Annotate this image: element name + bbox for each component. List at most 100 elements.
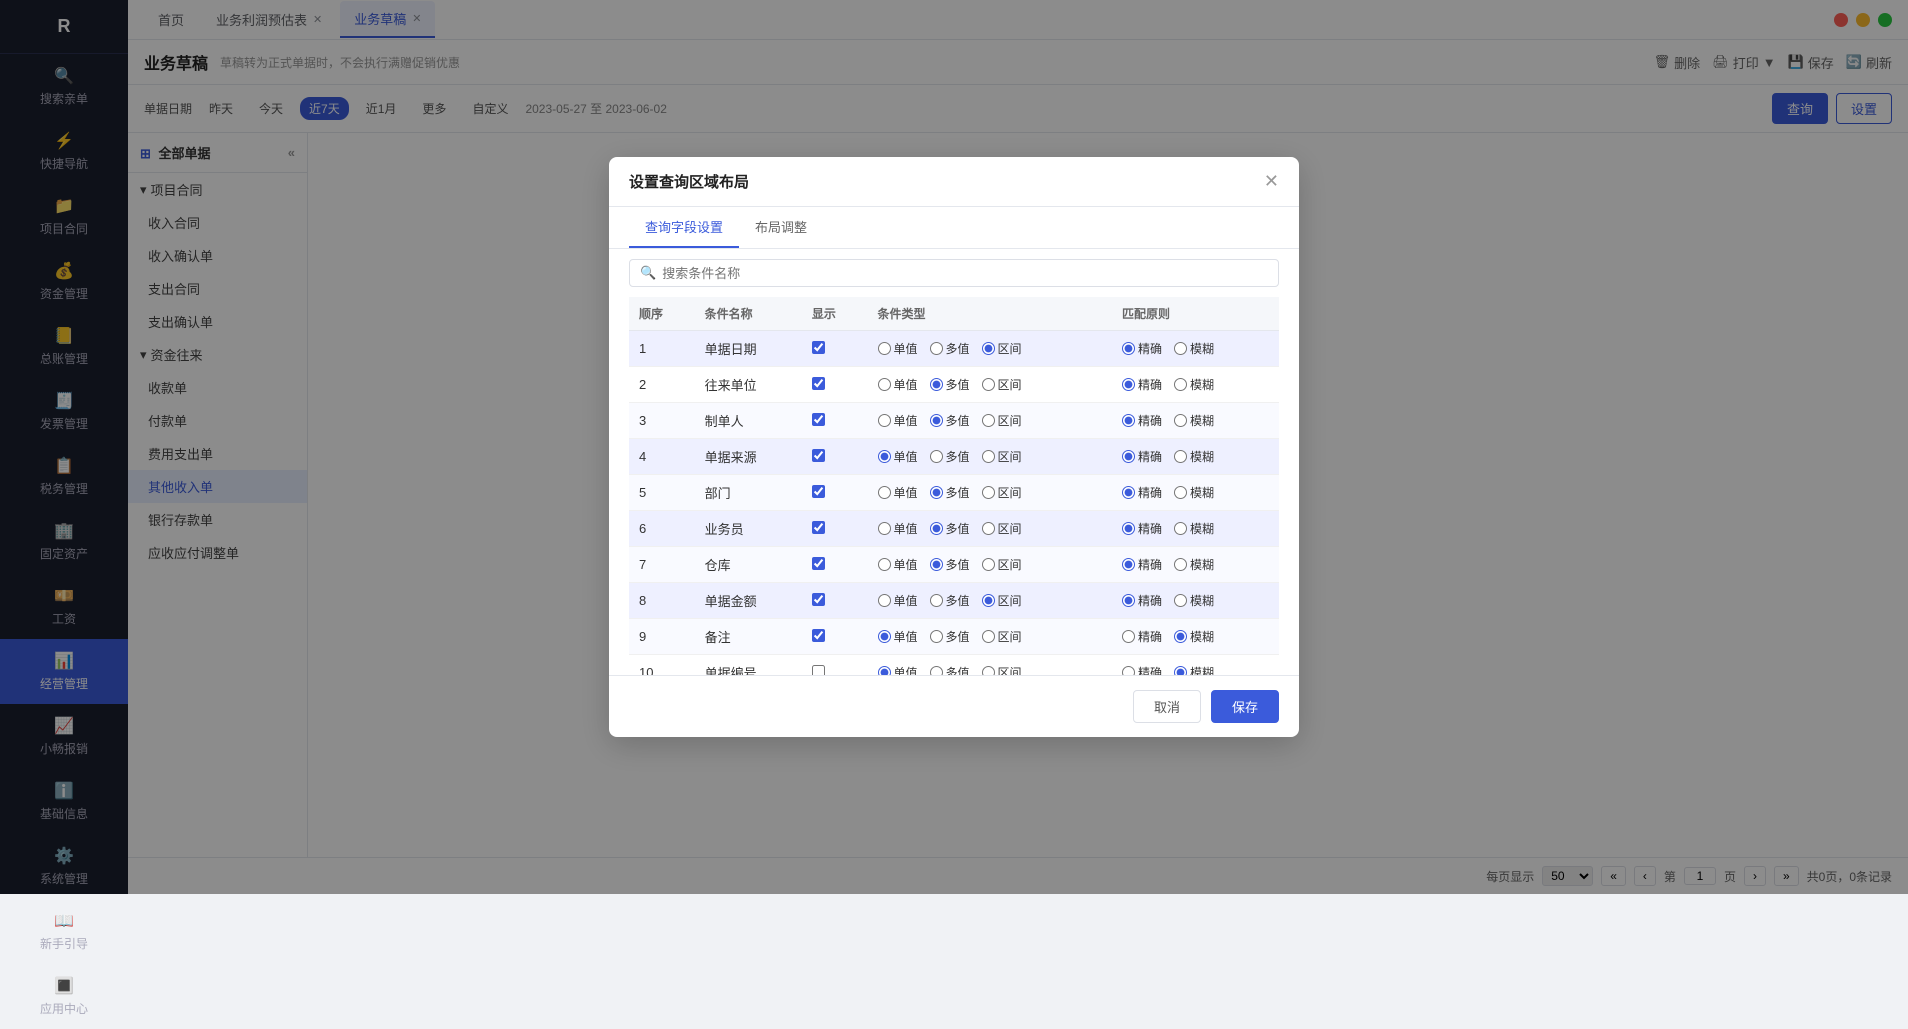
match-radio-item[interactable]: 模糊 bbox=[1174, 628, 1214, 645]
type-radio[interactable] bbox=[878, 342, 891, 355]
type-radio[interactable] bbox=[878, 522, 891, 535]
type-radio[interactable] bbox=[878, 486, 891, 499]
show-checkbox[interactable] bbox=[812, 593, 825, 606]
match-radio-item[interactable]: 精确 bbox=[1122, 520, 1162, 537]
type-radio[interactable] bbox=[878, 666, 891, 675]
match-radio-item[interactable]: 精确 bbox=[1122, 628, 1162, 645]
show-checkbox[interactable] bbox=[812, 521, 825, 534]
type-radio-item[interactable]: 单值 bbox=[878, 484, 918, 501]
match-radio-item[interactable]: 精确 bbox=[1122, 412, 1162, 429]
match-radio[interactable] bbox=[1174, 342, 1187, 355]
type-radio[interactable] bbox=[982, 378, 995, 391]
match-radio-item[interactable]: 模糊 bbox=[1174, 412, 1214, 429]
type-radio-item[interactable]: 多值 bbox=[930, 448, 970, 465]
match-radio-item[interactable]: 模糊 bbox=[1174, 484, 1214, 501]
match-radio-item[interactable]: 精确 bbox=[1122, 484, 1162, 501]
match-radio-item[interactable]: 精确 bbox=[1122, 592, 1162, 609]
match-radio[interactable] bbox=[1122, 522, 1135, 535]
match-radio-item[interactable]: 精确 bbox=[1122, 448, 1162, 465]
match-radio-item[interactable]: 模糊 bbox=[1174, 448, 1214, 465]
match-radio[interactable] bbox=[1174, 558, 1187, 571]
type-radio-item[interactable]: 多值 bbox=[930, 556, 970, 573]
match-radio[interactable] bbox=[1174, 378, 1187, 391]
match-radio-item[interactable]: 模糊 bbox=[1174, 556, 1214, 573]
show-checkbox[interactable] bbox=[812, 341, 825, 354]
match-radio[interactable] bbox=[1174, 594, 1187, 607]
type-radio[interactable] bbox=[982, 522, 995, 535]
show-checkbox[interactable] bbox=[812, 377, 825, 390]
type-radio-item[interactable]: 单值 bbox=[878, 520, 918, 537]
type-radio-item[interactable]: 区间 bbox=[982, 520, 1022, 537]
type-radio[interactable] bbox=[982, 486, 995, 499]
type-radio-item[interactable]: 单值 bbox=[878, 592, 918, 609]
sidebar-item-apps[interactable]: 🔳 应用中心 bbox=[0, 964, 128, 1029]
type-radio[interactable] bbox=[878, 630, 891, 643]
type-radio[interactable] bbox=[930, 630, 943, 643]
match-radio[interactable] bbox=[1122, 450, 1135, 463]
type-radio[interactable] bbox=[930, 522, 943, 535]
type-radio-item[interactable]: 单值 bbox=[878, 412, 918, 429]
type-radio-item[interactable]: 多值 bbox=[930, 376, 970, 393]
match-radio[interactable] bbox=[1122, 378, 1135, 391]
show-checkbox[interactable] bbox=[812, 485, 825, 498]
modal-cancel-btn[interactable]: 取消 bbox=[1133, 690, 1201, 723]
type-radio[interactable] bbox=[878, 558, 891, 571]
type-radio-item[interactable]: 多值 bbox=[930, 628, 970, 645]
show-checkbox[interactable] bbox=[812, 665, 825, 676]
match-radio[interactable] bbox=[1174, 450, 1187, 463]
type-radio[interactable] bbox=[930, 378, 943, 391]
match-radio-item[interactable]: 模糊 bbox=[1174, 592, 1214, 609]
show-checkbox[interactable] bbox=[812, 413, 825, 426]
type-radio[interactable] bbox=[982, 630, 995, 643]
type-radio[interactable] bbox=[930, 558, 943, 571]
match-radio[interactable] bbox=[1174, 666, 1187, 675]
type-radio-item[interactable]: 区间 bbox=[982, 484, 1022, 501]
match-radio-item[interactable]: 精确 bbox=[1122, 340, 1162, 357]
modal-tab-layout[interactable]: 布局调整 bbox=[739, 207, 823, 248]
type-radio[interactable] bbox=[982, 666, 995, 675]
match-radio[interactable] bbox=[1174, 486, 1187, 499]
match-radio[interactable] bbox=[1122, 666, 1135, 675]
match-radio-item[interactable]: 模糊 bbox=[1174, 376, 1214, 393]
type-radio-item[interactable]: 多值 bbox=[930, 412, 970, 429]
type-radio-item[interactable]: 单值 bbox=[878, 376, 918, 393]
type-radio-item[interactable]: 多值 bbox=[930, 592, 970, 609]
match-radio[interactable] bbox=[1122, 558, 1135, 571]
type-radio-item[interactable]: 区间 bbox=[982, 340, 1022, 357]
modal-close-btn[interactable]: ✕ bbox=[1264, 171, 1279, 192]
type-radio-item[interactable]: 多值 bbox=[930, 484, 970, 501]
type-radio-item[interactable]: 多值 bbox=[930, 340, 970, 357]
match-radio[interactable] bbox=[1174, 522, 1187, 535]
sidebar-item-guide[interactable]: 📖 新手引导 bbox=[0, 899, 128, 964]
type-radio[interactable] bbox=[930, 666, 943, 675]
match-radio[interactable] bbox=[1122, 594, 1135, 607]
type-radio[interactable] bbox=[982, 594, 995, 607]
type-radio-item[interactable]: 区间 bbox=[982, 412, 1022, 429]
modal-search-input[interactable] bbox=[662, 266, 1268, 281]
type-radio-item[interactable]: 区间 bbox=[982, 664, 1022, 675]
type-radio-item[interactable]: 区间 bbox=[982, 376, 1022, 393]
type-radio[interactable] bbox=[878, 414, 891, 427]
type-radio-item[interactable]: 单值 bbox=[878, 448, 918, 465]
match-radio[interactable] bbox=[1122, 630, 1135, 643]
type-radio[interactable] bbox=[930, 414, 943, 427]
type-radio[interactable] bbox=[930, 486, 943, 499]
show-checkbox[interactable] bbox=[812, 449, 825, 462]
type-radio[interactable] bbox=[878, 450, 891, 463]
match-radio-item[interactable]: 模糊 bbox=[1174, 340, 1214, 357]
match-radio[interactable] bbox=[1122, 486, 1135, 499]
type-radio[interactable] bbox=[878, 594, 891, 607]
type-radio-item[interactable]: 区间 bbox=[982, 628, 1022, 645]
show-checkbox[interactable] bbox=[812, 629, 825, 642]
type-radio-item[interactable]: 单值 bbox=[878, 628, 918, 645]
match-radio-item[interactable]: 精确 bbox=[1122, 376, 1162, 393]
type-radio[interactable] bbox=[930, 450, 943, 463]
type-radio[interactable] bbox=[878, 378, 891, 391]
type-radio-item[interactable]: 多值 bbox=[930, 664, 970, 675]
type-radio[interactable] bbox=[930, 594, 943, 607]
type-radio-item[interactable]: 区间 bbox=[982, 448, 1022, 465]
type-radio-item[interactable]: 单值 bbox=[878, 556, 918, 573]
type-radio[interactable] bbox=[982, 414, 995, 427]
match-radio-item[interactable]: 精确 bbox=[1122, 556, 1162, 573]
match-radio[interactable] bbox=[1174, 414, 1187, 427]
